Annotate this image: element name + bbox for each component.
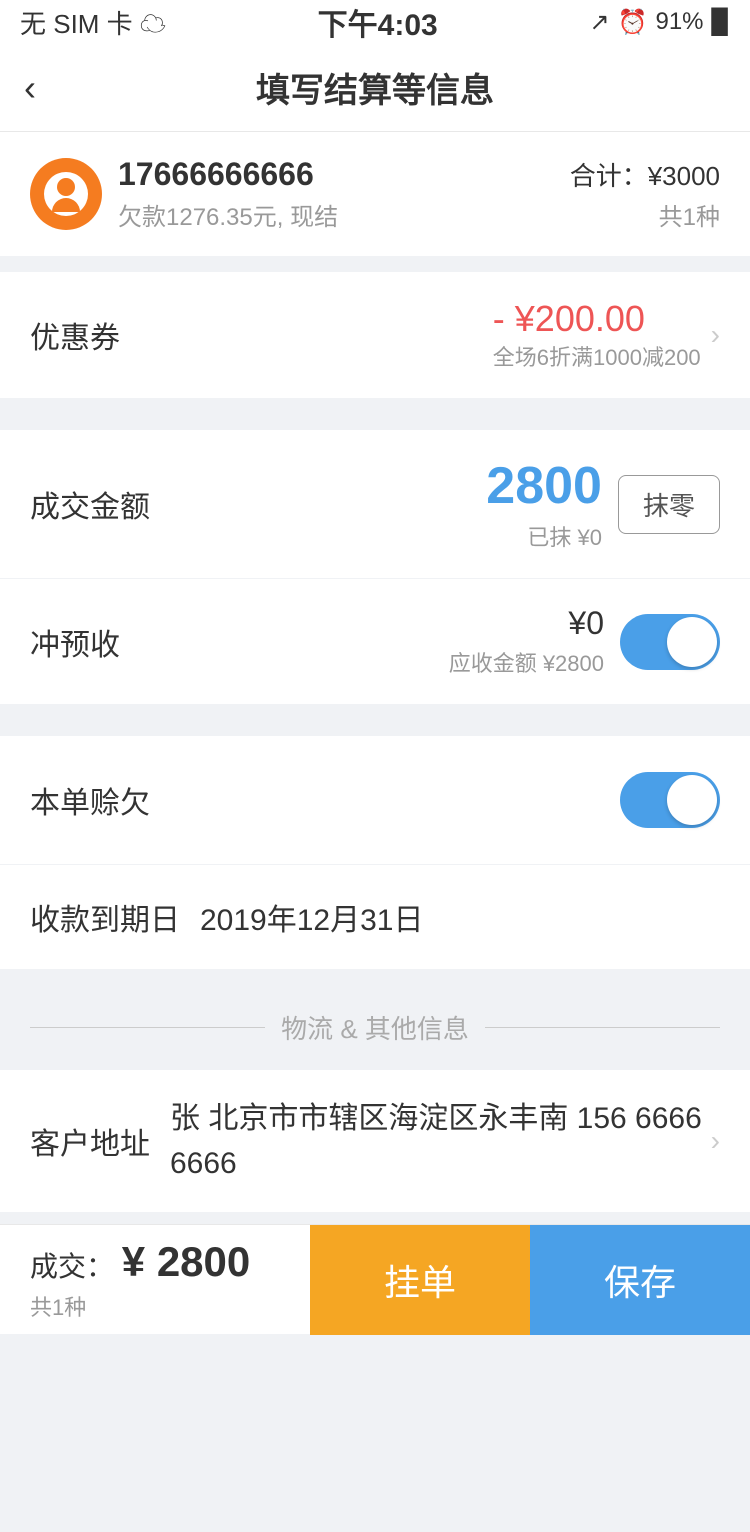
deal-value: 2800 (486, 456, 602, 516)
location-icon: ↗ (589, 8, 609, 37)
coupon-discount: - ¥200.00 (493, 298, 701, 340)
due-date-row: 收款到期日 2019年12月31日 (0, 864, 750, 969)
prepay-amount: ¥0 (449, 605, 604, 642)
deal-amount-row: 成交金额 2800 已抹 ¥0 抹零 (0, 430, 750, 579)
status-left: 无 SIM 卡 ☁ (20, 4, 166, 41)
prepay-label: 冲预收 (30, 620, 120, 664)
address-value: 张 北京市市辖区海淀区永丰南 156 6666 6666 (170, 1096, 711, 1186)
nav-bar: ‹ 填写结算等信息 (0, 44, 750, 132)
bottom-deal-amount: ¥ 2800 (122, 1238, 250, 1285)
sim-label: 无 SIM 卡 ☁ (20, 4, 166, 41)
battery-icon: ▉ (712, 8, 730, 37)
total-label: 合计：¥3000 (570, 156, 720, 193)
status-right: ↗ ⏰ 91% ▉ (589, 8, 730, 37)
debt-toggle-knob (667, 775, 717, 825)
section-divider-3 (0, 969, 750, 985)
customer-left: 17666666666 欠款1276.35元, 现结 (30, 156, 338, 232)
deal-section: 成交金额 2800 已抹 ¥0 抹零 冲预收 ¥0 应收金额 ¥2800 (0, 430, 750, 704)
coupon-row[interactable]: 优惠券 - ¥200.00 全场6折满1000减200 › (0, 272, 750, 398)
chevron-right-icon: › (711, 319, 720, 351)
bottom-bar: 成交： ¥ 2800 共1种 挂单 保存 (0, 1224, 750, 1334)
round-button[interactable]: 抹零 (618, 475, 720, 534)
avatar (30, 158, 102, 230)
address-label: 客户地址 (30, 1119, 150, 1163)
alarm-icon: ⏰ (618, 8, 648, 37)
customer-card: 17666666666 欠款1276.35元, 现结 合计：¥3000 共1种 (0, 132, 750, 256)
bottom-deal-label: 成交： (30, 1251, 114, 1282)
deal-sub: 已抹 ¥0 (486, 520, 602, 552)
debt-row: 本单赊欠 (0, 736, 750, 864)
total-count: 共1种 (570, 197, 720, 232)
logistics-section: 物流 & 其他信息 (0, 985, 750, 1070)
deal-right: 2800 已抹 ¥0 抹零 (486, 456, 720, 552)
bottom-buttons: 挂单 保存 (310, 1225, 750, 1335)
logistics-label: 物流 & 其他信息 (281, 1009, 469, 1046)
status-time: 下午4:03 (318, 0, 438, 44)
bottom-deal-count: 共1种 (30, 1290, 280, 1322)
prepay-row: 冲预收 ¥0 应收金额 ¥2800 (0, 579, 750, 704)
prepay-info: ¥0 应收金额 ¥2800 (449, 605, 604, 678)
bottom-deal-row: 成交： ¥ 2800 (30, 1238, 280, 1286)
customer-right: 合计：¥3000 共1种 (570, 156, 720, 232)
prepay-right: ¥0 应收金额 ¥2800 (449, 605, 720, 678)
save-button[interactable]: 保存 (530, 1225, 750, 1335)
coupon-label: 优惠券 (30, 313, 120, 357)
debt-toggle[interactable] (620, 772, 720, 828)
page-title: 填写结算等信息 (256, 63, 494, 112)
prepay-toggle[interactable] (620, 614, 720, 670)
address-chevron-icon: › (711, 1125, 720, 1157)
coupon-desc: 全场6折满1000减200 (493, 340, 701, 372)
section-divider-2 (0, 720, 750, 736)
deal-label: 成交金额 (30, 482, 150, 526)
prepay-sub: 应收金额 ¥2800 (449, 646, 604, 678)
due-date-value: 2019年12月31日 (200, 895, 423, 939)
logistics-line-left (30, 1027, 265, 1028)
coupon-right: - ¥200.00 全场6折满1000减200 › (493, 298, 720, 372)
due-date-label: 收款到期日 (30, 895, 180, 939)
bottom-total: 成交： ¥ 2800 共1种 (0, 1238, 310, 1322)
battery-label: 91% (655, 8, 703, 36)
customer-sub: 欠款1276.35元, 现结 (118, 197, 338, 232)
avatar-icon (44, 172, 88, 216)
customer-phone: 17666666666 (118, 156, 338, 193)
address-row[interactable]: 客户地址 张 北京市市辖区海淀区永丰南 156 6666 6666 › (0, 1070, 750, 1212)
hang-button[interactable]: 挂单 (310, 1225, 530, 1335)
customer-info: 17666666666 欠款1276.35元, 现结 (118, 156, 338, 232)
back-button[interactable]: ‹ (24, 67, 36, 109)
debt-label: 本单赊欠 (30, 778, 150, 822)
toggle-knob (667, 617, 717, 667)
section-divider-1 (0, 414, 750, 430)
logistics-line-right (485, 1027, 720, 1028)
status-bar: 无 SIM 卡 ☁ 下午4:03 ↗ ⏰ 91% ▉ (0, 0, 750, 44)
